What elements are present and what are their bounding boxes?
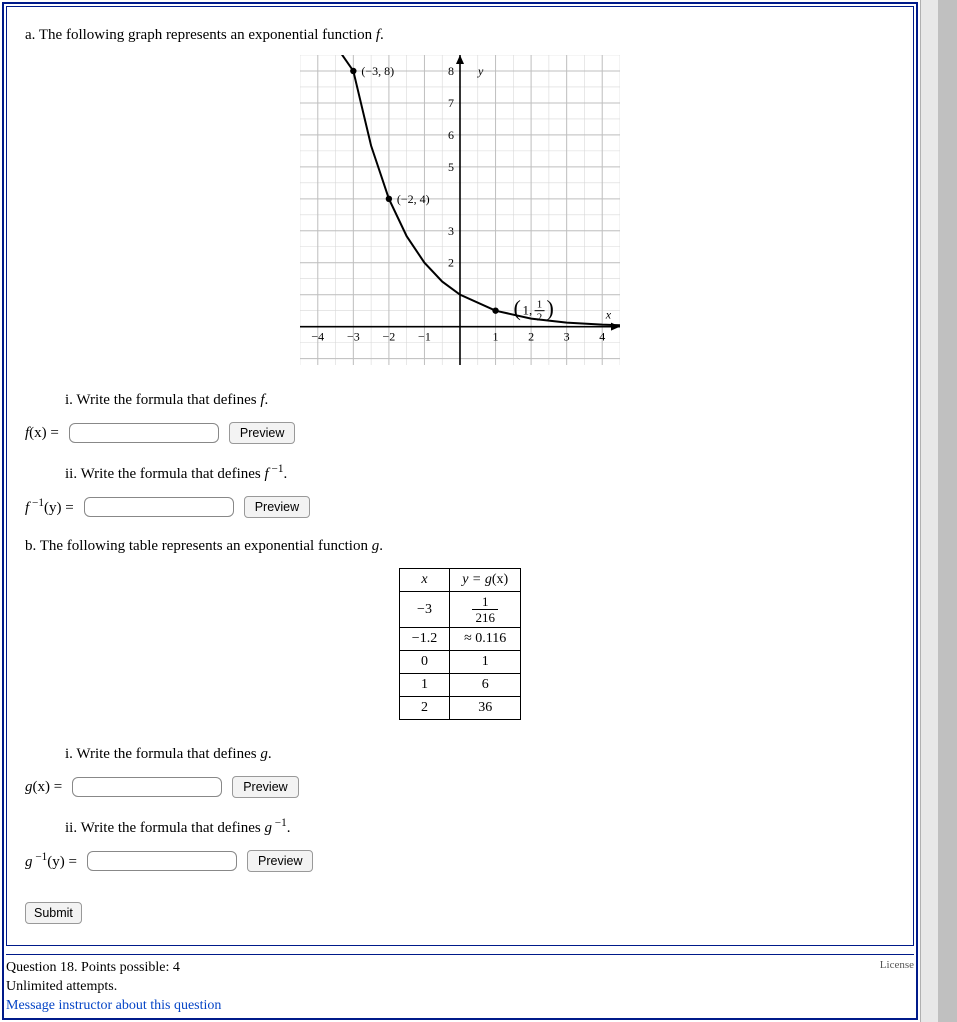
part-b-i-prompt: i. Write the formula that defines g.	[65, 742, 895, 766]
svg-text:1,: 1,	[523, 303, 533, 318]
part-a-ii-prompt: ii. Write the formula that defines f −1.	[65, 460, 895, 486]
preview-button-gx[interactable]: Preview	[232, 776, 298, 798]
part-a-intro: a. The following graph represents an exp…	[25, 23, 895, 47]
svg-text:7: 7	[448, 96, 454, 110]
svg-text:6: 6	[448, 128, 454, 142]
preview-button-ginv[interactable]: Preview	[247, 850, 313, 872]
attempts-info: Unlimited attempts.	[6, 978, 221, 997]
svg-text:(: (	[514, 296, 521, 321]
fx-input[interactable]	[69, 423, 219, 443]
fx-label: f(x) =	[25, 425, 59, 442]
svg-text:2: 2	[528, 330, 534, 344]
finv-input[interactable]	[84, 497, 234, 517]
gx-input[interactable]	[72, 777, 222, 797]
ginv-input[interactable]	[87, 851, 237, 871]
svg-text:−4: −4	[311, 330, 324, 344]
function-table: x y = g(x) −3 1216 −1.2≈ 0.116 01 16 236	[399, 568, 521, 720]
svg-text:y: y	[477, 64, 484, 78]
submit-button[interactable]: Submit	[25, 902, 82, 924]
gx-label: g(x) =	[25, 779, 62, 796]
part-b-ii-prompt: ii. Write the formula that defines g −1.	[65, 814, 895, 840]
question-info: Question 18. Points possible: 4	[6, 959, 221, 978]
page-scrollbar[interactable]	[920, 0, 938, 1022]
svg-text:2: 2	[448, 256, 454, 270]
svg-text:3: 3	[564, 330, 570, 344]
svg-text:8: 8	[448, 64, 454, 78]
graph-figure: −4−3−2−11234235678xy(−3, 8)(−2, 4)(1,12)	[25, 55, 895, 370]
svg-text:(−2, 4): (−2, 4)	[397, 192, 430, 206]
preview-button-fx[interactable]: Preview	[229, 422, 295, 444]
svg-text:1: 1	[493, 330, 499, 344]
svg-text:−2: −2	[382, 330, 395, 344]
part-a-i-prompt: i. Write the formula that defines f.	[65, 388, 895, 412]
ginv-label: g −1(y) =	[25, 851, 77, 871]
finv-label: f −1(y) =	[25, 497, 74, 517]
svg-text:−1: −1	[418, 330, 431, 344]
svg-text:(−3, 8): (−3, 8)	[361, 64, 394, 78]
svg-text:3: 3	[448, 224, 454, 238]
svg-text:): )	[547, 296, 554, 321]
license-link[interactable]: License	[880, 959, 914, 971]
svg-text:1: 1	[537, 299, 543, 311]
message-instructor-link[interactable]: Message instructor about this question	[6, 997, 221, 1016]
preview-button-finv[interactable]: Preview	[244, 496, 310, 518]
svg-text:x: x	[605, 308, 612, 322]
part-b-intro: b. The following table represents an exp…	[25, 534, 895, 558]
svg-text:−3: −3	[347, 330, 360, 344]
svg-text:4: 4	[599, 330, 605, 344]
svg-text:5: 5	[448, 160, 454, 174]
svg-text:2: 2	[537, 312, 543, 324]
